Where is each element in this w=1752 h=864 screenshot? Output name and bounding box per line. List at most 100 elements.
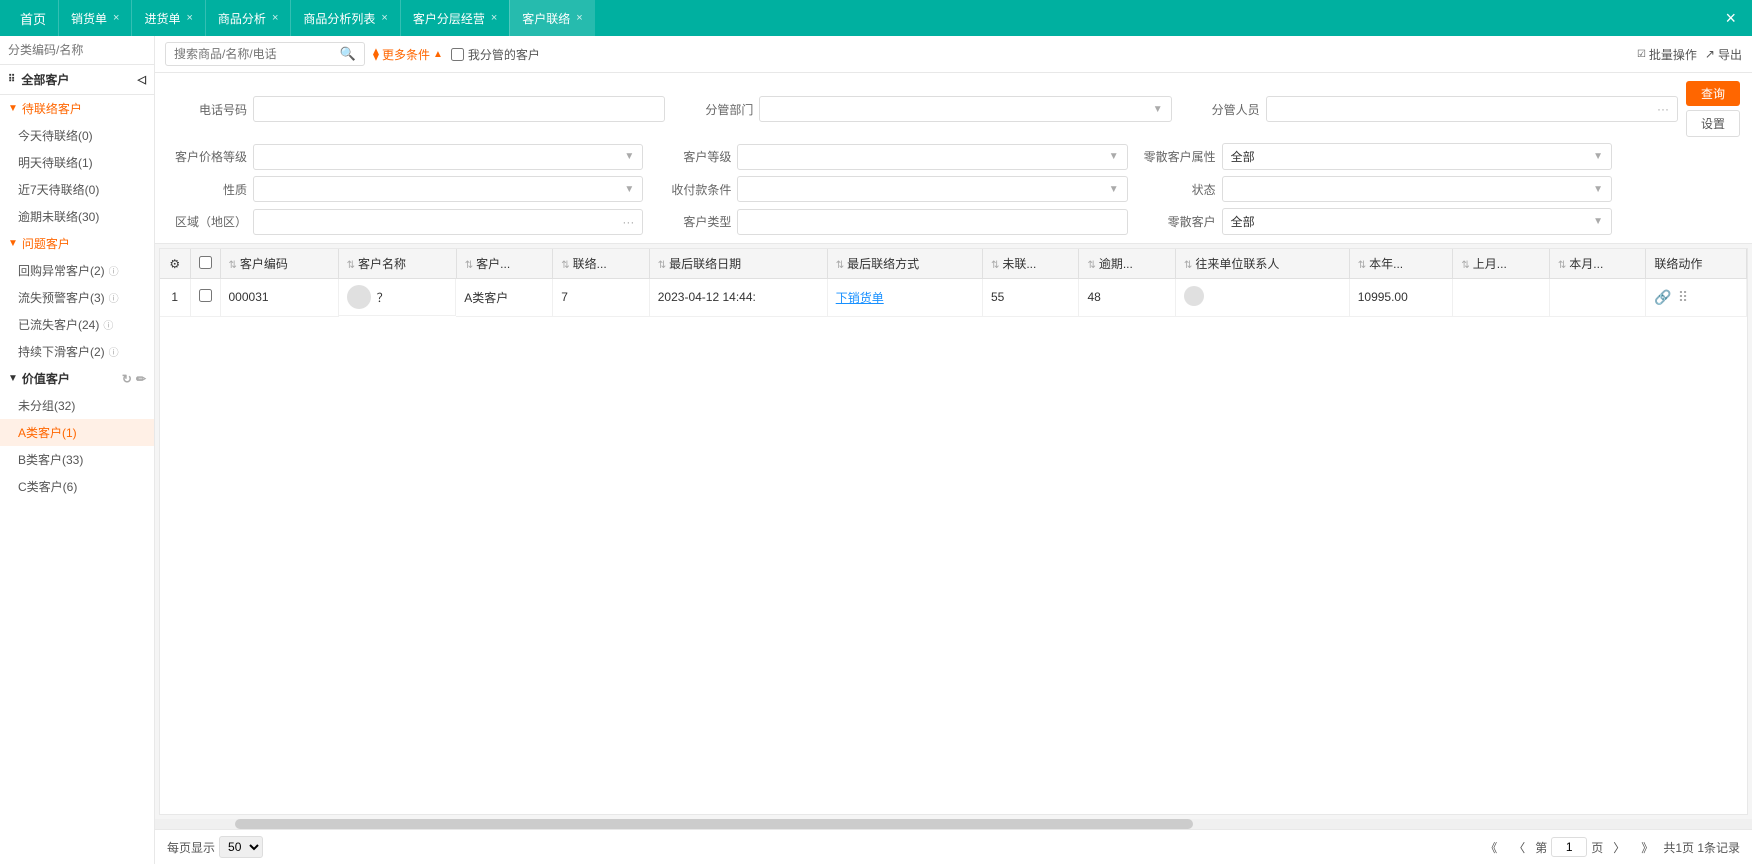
- sidebar-search-input[interactable]: [8, 43, 155, 57]
- filter-btn[interactable]: ⧫ 更多条件 ▲: [373, 46, 443, 63]
- search-input[interactable]: [174, 47, 340, 61]
- pending-label: 待联络客户: [22, 100, 82, 117]
- sidebar-item-churn-warning[interactable]: 流失预警客户(3) ⓘ: [0, 284, 154, 311]
- first-page-btn[interactable]: 《: [1479, 837, 1503, 858]
- th-last-method[interactable]: ⇅最后联络方式: [827, 249, 982, 279]
- filter-person: 分管人员 ···: [1180, 96, 1678, 122]
- filter-region-input[interactable]: ···: [253, 209, 643, 235]
- row-last-method[interactable]: 下销货单: [827, 279, 982, 317]
- filter-payment-select[interactable]: ▼: [737, 176, 1127, 202]
- sidebar-item-repurchase-anomaly[interactable]: 回购异常客户(2) ⓘ: [0, 257, 154, 284]
- nav-tab-analysis-list[interactable]: 商品分析列表 ×: [290, 0, 399, 36]
- nav-tab-customer-tier-close[interactable]: ×: [491, 12, 497, 24]
- my-customers-checkbox[interactable]: 我分管的客户: [451, 46, 540, 63]
- batch-op-btn[interactable]: ☑ 批量操作: [1637, 46, 1697, 63]
- row-checkbox[interactable]: [190, 279, 220, 317]
- row-name[interactable]: ？: [339, 279, 457, 316]
- sidebar-group-problem[interactable]: ▼ 问题客户: [0, 230, 154, 257]
- setting-btn[interactable]: 设置: [1686, 110, 1740, 137]
- filter-status-select[interactable]: ▼: [1222, 176, 1612, 202]
- last-page-btn[interactable]: 》: [1635, 837, 1659, 858]
- sidebar-group-pending[interactable]: ▼ 待联络客户: [0, 95, 154, 122]
- nav-tab-sales[interactable]: 销货单 ×: [58, 0, 131, 36]
- th-code[interactable]: ⇅客户编码: [220, 249, 338, 279]
- value-group-tools: ↻ ✏: [122, 372, 146, 386]
- th-last-month[interactable]: ⇅上月...: [1453, 249, 1549, 279]
- filter-nature-select[interactable]: ▼: [253, 176, 643, 202]
- nav-tab-customer-tier[interactable]: 客户分层经营 ×: [400, 0, 509, 36]
- th-this-month[interactable]: ⇅本月...: [1549, 249, 1645, 279]
- sidebar-item-churned[interactable]: 已流失客户(24) ⓘ: [0, 311, 154, 338]
- sidebar-item-class-c[interactable]: C类客户(6): [0, 473, 154, 500]
- filter-retail-attr-select[interactable]: 全部▼: [1222, 143, 1612, 170]
- qr-action-icon[interactable]: ⠿: [1678, 289, 1688, 306]
- link-action-icon[interactable]: 🔗: [1654, 289, 1671, 306]
- my-customers-label: 我分管的客户: [468, 46, 540, 63]
- class-b-label: B类客户(33): [18, 451, 83, 468]
- nav-tab-purchase-close[interactable]: ×: [186, 12, 192, 24]
- filter-phone-input[interactable]: [253, 96, 665, 122]
- refresh-icon[interactable]: ↻: [122, 372, 132, 386]
- export-btn[interactable]: ↗ 导出: [1705, 46, 1742, 63]
- page-input[interactable]: [1551, 837, 1587, 857]
- th-this-year[interactable]: ⇅本年...: [1349, 249, 1453, 279]
- nav-tab-customer-contact[interactable]: 客户联络 ×: [509, 0, 594, 36]
- row-actions: 🔗 ⠿: [1646, 279, 1747, 317]
- sidebar-item-7days[interactable]: 近7天待联络(0): [0, 176, 154, 203]
- row-check[interactable]: [199, 289, 212, 302]
- sidebar-item-class-a[interactable]: A类客户(1): [0, 419, 154, 446]
- filter-payment-label: 收付款条件: [651, 181, 731, 198]
- th-contact-count[interactable]: ⇅联络...: [553, 249, 649, 279]
- query-btn[interactable]: 查询: [1686, 81, 1740, 106]
- nav-tab-customer-contact-close[interactable]: ×: [576, 12, 582, 24]
- nav-tab-analysis-close[interactable]: ×: [272, 12, 278, 24]
- filter-dept-label: 分管部门: [673, 101, 753, 118]
- per-page-select[interactable]: 50: [219, 836, 263, 858]
- select-all-checkbox[interactable]: [199, 256, 212, 269]
- sidebar-item-today[interactable]: 今天待联络(0): [0, 122, 154, 149]
- th-name[interactable]: ⇅客户名称: [338, 249, 456, 279]
- sidebar-search-box[interactable]: 🔍: [0, 36, 154, 65]
- search-icon[interactable]: 🔍: [340, 46, 356, 62]
- sidebar-item-tomorrow[interactable]: 明天待联络(1): [0, 149, 154, 176]
- row-last-method-link[interactable]: 下销货单: [836, 291, 884, 305]
- nav-home[interactable]: 首页: [8, 0, 58, 36]
- filter-price-select[interactable]: ▼: [253, 144, 643, 170]
- nav-tab-analysis[interactable]: 商品分析 ×: [205, 0, 290, 36]
- sidebar-item-class-b[interactable]: B类客户(33): [0, 446, 154, 473]
- filter-customer-level-select[interactable]: ▼: [737, 144, 1127, 170]
- edit-icon[interactable]: ✏: [136, 372, 146, 386]
- sidebar-item-declining[interactable]: 持续下滑客户(2) ⓘ: [0, 338, 154, 365]
- sidebar-all-customers-header[interactable]: ⠿ 全部客户 ◁: [0, 65, 154, 95]
- scroll-thumb[interactable]: [235, 819, 1193, 829]
- filter-retail-customer-select[interactable]: 全部▼: [1222, 208, 1612, 235]
- th-contacts[interactable]: ⇅往来单位联系人: [1175, 249, 1349, 279]
- sidebar-item-ungrouped[interactable]: 未分组(32): [0, 392, 154, 419]
- filter-dept-select[interactable]: ▼: [759, 96, 1171, 122]
- sidebar-group-value[interactable]: ▼ 价值客户 ↻ ✏: [0, 365, 154, 392]
- search-box[interactable]: 🔍: [165, 42, 365, 66]
- nav-tab-sales-close[interactable]: ×: [113, 12, 119, 24]
- nav-tab-analysis-label: 商品分析: [218, 10, 266, 27]
- my-customers-check[interactable]: [451, 48, 464, 61]
- th-settings[interactable]: ⚙: [160, 249, 190, 279]
- nav-tab-purchase[interactable]: 进货单 ×: [131, 0, 204, 36]
- nav-tab-analysis-list-label: 商品分析列表: [303, 10, 375, 27]
- filter-region-label: 区域（地区）: [167, 213, 247, 230]
- next-page-btn[interactable]: 〉: [1607, 837, 1631, 858]
- sidebar-collapse-arrow[interactable]: ◁: [138, 73, 146, 86]
- sidebar-item-overdue[interactable]: 逾期未联络(30): [0, 203, 154, 230]
- filter-customer-type-input[interactable]: [737, 209, 1127, 235]
- horizontal-scrollbar[interactable]: [155, 819, 1752, 829]
- payment-arrow-icon: ▼: [1109, 184, 1119, 195]
- nav-tab-analysis-list-close[interactable]: ×: [381, 12, 387, 24]
- th-no-contact[interactable]: ⇅未联...: [982, 249, 1078, 279]
- th-last-date[interactable]: ⇅最后联络日期: [649, 249, 827, 279]
- th-checkbox[interactable]: [190, 249, 220, 279]
- filter-person-input[interactable]: ···: [1266, 96, 1678, 122]
- th-type[interactable]: ⇅客户...: [456, 249, 552, 279]
- close-all-button[interactable]: ×: [1717, 8, 1744, 29]
- table-row: 1 000031 ？ A类客户 7 2023-04-12 14:44:: [160, 279, 1747, 317]
- th-overdue[interactable]: ⇅逾期...: [1079, 249, 1175, 279]
- prev-page-btn[interactable]: 〈: [1507, 837, 1531, 858]
